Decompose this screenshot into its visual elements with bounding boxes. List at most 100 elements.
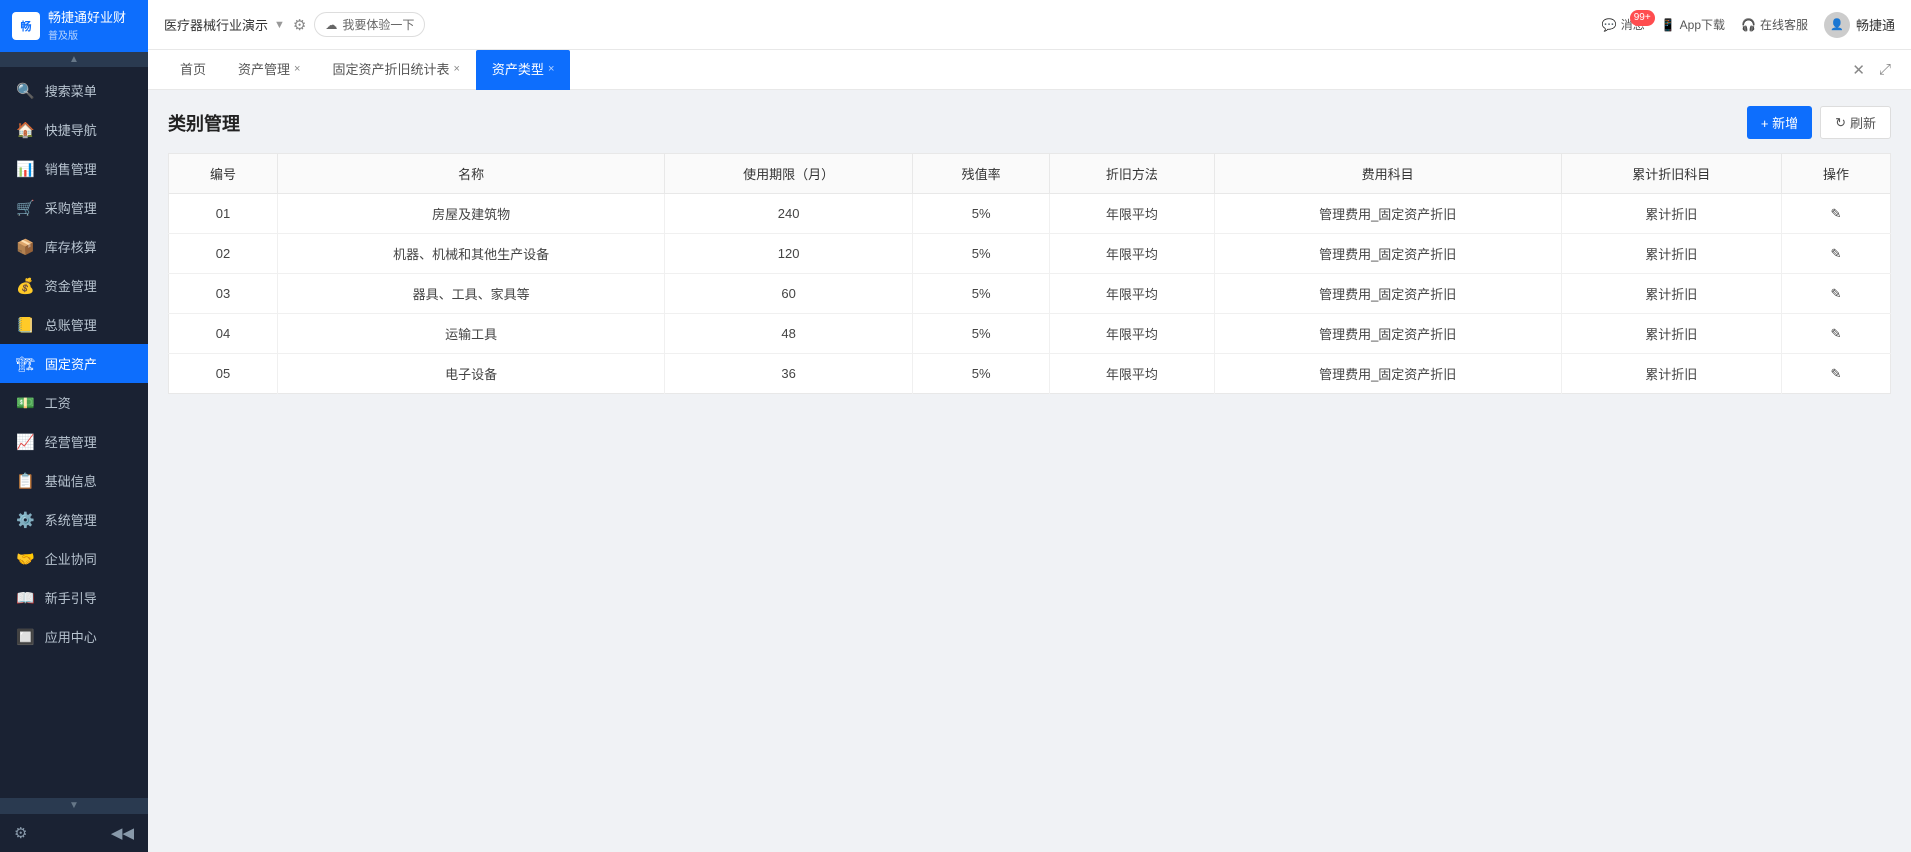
user-profile[interactable]: 👤 畅捷通 xyxy=(1824,12,1895,38)
table-cell: 240 xyxy=(665,194,913,234)
maximize-tab-icon[interactable]: ⤢ xyxy=(1875,57,1895,82)
table-cell: 5% xyxy=(913,354,1050,394)
edit-action[interactable]: ✎ xyxy=(1781,194,1890,234)
tab-home[interactable]: 首页 xyxy=(164,50,222,90)
sidebar-item-purchase[interactable]: 🛒采购管理 xyxy=(0,188,148,227)
sidebar-scroll-up[interactable]: ▲ xyxy=(0,52,148,67)
sidebar-item-system[interactable]: ⚙️系统管理 xyxy=(0,500,148,539)
sidebar-label-app-center: 应用中心 xyxy=(45,627,97,646)
refresh-icon: ↻ xyxy=(1835,115,1846,131)
collapse-icon[interactable]: ◀◀ xyxy=(111,824,134,842)
col-header: 残值率 xyxy=(913,154,1050,194)
tab-assets[interactable]: 资产管理 × xyxy=(222,50,316,90)
page-content: 类别管理 + 新增 ↻ 刷新 编号名称使用期限（月）残值率折旧方法费用科目累计折… xyxy=(148,90,1911,852)
col-header: 费用科目 xyxy=(1214,154,1561,194)
table-cell: 累计折旧 xyxy=(1561,314,1781,354)
sidebar-item-guide[interactable]: 📖新手引导 xyxy=(0,578,148,617)
table-cell[interactable]: 房屋及建筑物 xyxy=(278,194,665,234)
sidebar-label-quick-nav: 快捷导航 xyxy=(45,120,97,139)
fund-icon: 💰 xyxy=(16,277,35,295)
col-header: 操作 xyxy=(1781,154,1890,194)
edit-action[interactable]: ✎ xyxy=(1781,314,1890,354)
edit-action[interactable]: ✎ xyxy=(1781,354,1890,394)
table-cell: 管理费用_固定资产折旧 xyxy=(1214,354,1561,394)
table-cell: 05 xyxy=(169,354,278,394)
sidebar-item-fixed-assets[interactable]: 🏗固定资产 xyxy=(0,344,148,383)
refresh-button[interactable]: ↻ 刷新 xyxy=(1820,106,1891,139)
table-cell: 管理费用_固定资产折旧 xyxy=(1214,234,1561,274)
table-header: 编号名称使用期限（月）残值率折旧方法费用科目累计折旧科目操作 xyxy=(169,154,1891,194)
sidebar-item-sales[interactable]: 📊销售管理 xyxy=(0,149,148,188)
tab-label-asset-type: 资产类型 xyxy=(492,59,544,78)
table-cell: 60 xyxy=(665,274,913,314)
sidebar-label-basic-info: 基础信息 xyxy=(45,471,97,490)
ledger-icon: 📒 xyxy=(16,316,35,334)
sidebar-item-enterprise[interactable]: 🤝企业协同 xyxy=(0,539,148,578)
app-download-icon: 📱 xyxy=(1661,18,1676,32)
table-row: 04运输工具485%年限平均管理费用_固定资产折旧累计折旧✎ xyxy=(169,314,1891,354)
table-cell[interactable]: 器具、工具、家具等 xyxy=(278,274,665,314)
sidebar-item-basic-info[interactable]: 📋基础信息 xyxy=(0,461,148,500)
table-cell: 01 xyxy=(169,194,278,234)
company-name: 医疗器械行业演示 xyxy=(164,15,268,34)
settings-icon[interactable]: ⚙ xyxy=(14,824,27,842)
refresh-label: 刷新 xyxy=(1850,113,1876,132)
sidebar-item-fund[interactable]: 💰 资金管理 xyxy=(0,266,148,305)
sidebar-item-quick-nav[interactable]: 🏠 快捷导航 xyxy=(0,110,148,149)
table-cell: 5% xyxy=(913,274,1050,314)
sidebar-label-sales: 销售管理 xyxy=(45,159,97,178)
table-cell[interactable]: 机器、机械和其他生产设备 xyxy=(278,234,665,274)
user-name: 畅捷通 xyxy=(1856,15,1895,34)
sidebar-scroll-down[interactable]: ▼ xyxy=(0,798,148,813)
tab-label-home: 首页 xyxy=(180,59,206,78)
app-subtitle: 普及版 xyxy=(48,27,126,42)
sidebar-label-operations: 经营管理 xyxy=(45,432,97,451)
table-cell[interactable]: 运输工具 xyxy=(278,314,665,354)
tab-depreciation[interactable]: 固定资产折旧统计表 × xyxy=(316,50,475,90)
tab-close-assets[interactable]: × xyxy=(294,63,300,75)
message-badge: 99+ xyxy=(1630,10,1655,26)
edit-action[interactable]: ✎ xyxy=(1781,274,1890,314)
sidebar-item-salary[interactable]: 💵工资 xyxy=(0,383,148,422)
new-button[interactable]: + 新增 xyxy=(1747,106,1812,139)
sidebar-item-app-center[interactable]: 🔲 应用中心 xyxy=(0,617,148,656)
sidebar-label-fund: 资金管理 xyxy=(45,276,97,295)
col-header: 折旧方法 xyxy=(1050,154,1215,194)
sidebar-label-purchase: 采购管理 xyxy=(45,198,97,217)
table-cell: 03 xyxy=(169,274,278,314)
table-row: 01房屋及建筑物2405%年限平均管理费用_固定资产折旧累计折旧✎ xyxy=(169,194,1891,234)
edit-action[interactable]: ✎ xyxy=(1781,234,1890,274)
topbar-right: 💬 消息 99+ 📱 App下载 🎧 在线客服 👤 畅捷通 xyxy=(1602,12,1895,38)
sidebar-nav: 🔍搜索菜单 🏠 快捷导航 📊销售管理🛒采购管理 📦 库存核算 💰 资金管理 📒总账管理🏗固定资产… xyxy=(0,67,148,798)
fixed-assets-icon: 🏗 xyxy=(16,355,35,373)
table-cell[interactable]: 电子设备 xyxy=(278,354,665,394)
app-center-icon: 🔲 xyxy=(16,628,35,646)
tab-asset-type[interactable]: 资产类型 × xyxy=(476,50,570,90)
app-download-action[interactable]: 📱 App下载 xyxy=(1661,16,1725,33)
service-action[interactable]: 🎧 在线客服 xyxy=(1741,16,1808,33)
category-table: 编号名称使用期限（月）残值率折旧方法费用科目累计折旧科目操作 01房屋及建筑物2… xyxy=(168,153,1891,394)
sidebar-item-operations[interactable]: 📈经营管理 xyxy=(0,422,148,461)
sidebar-label-inventory: 库存核算 xyxy=(45,237,97,256)
table-row: 03器具、工具、家具等605%年限平均管理费用_固定资产折旧累计折旧✎ xyxy=(169,274,1891,314)
sidebar-item-ledger[interactable]: 📒总账管理 xyxy=(0,305,148,344)
tab-label-assets: 资产管理 xyxy=(238,59,290,78)
tab-close-depreciation[interactable]: × xyxy=(453,63,459,75)
experience-button[interactable]: ☁ 我要体验一下 xyxy=(314,12,425,37)
sidebar-label-system: 系统管理 xyxy=(45,510,97,529)
close-tab-icon[interactable]: ✕ xyxy=(1848,57,1869,83)
company-settings-icon[interactable]: ⚙ xyxy=(293,16,306,34)
col-header: 编号 xyxy=(169,154,278,194)
sidebar-header: 畅 畅捷通好业财 普及版 xyxy=(0,0,148,52)
inventory-icon: 📦 xyxy=(16,238,35,256)
quick-nav-icon: 🏠 xyxy=(16,121,35,139)
table-cell: 累计折旧 xyxy=(1561,274,1781,314)
app-title-block: 畅捷通好业财 普及版 xyxy=(48,10,126,42)
table-cell: 年限平均 xyxy=(1050,234,1215,274)
tab-close-asset-type[interactable]: × xyxy=(548,63,554,75)
table-cell: 管理费用_固定资产折旧 xyxy=(1214,314,1561,354)
sidebar-item-search[interactable]: 🔍搜索菜单 xyxy=(0,71,148,110)
message-action[interactable]: 💬 消息 99+ xyxy=(1602,16,1645,33)
company-selector[interactable]: 医疗器械行业演示 ▼ xyxy=(164,15,285,34)
sidebar-item-inventory[interactable]: 📦 库存核算 xyxy=(0,227,148,266)
